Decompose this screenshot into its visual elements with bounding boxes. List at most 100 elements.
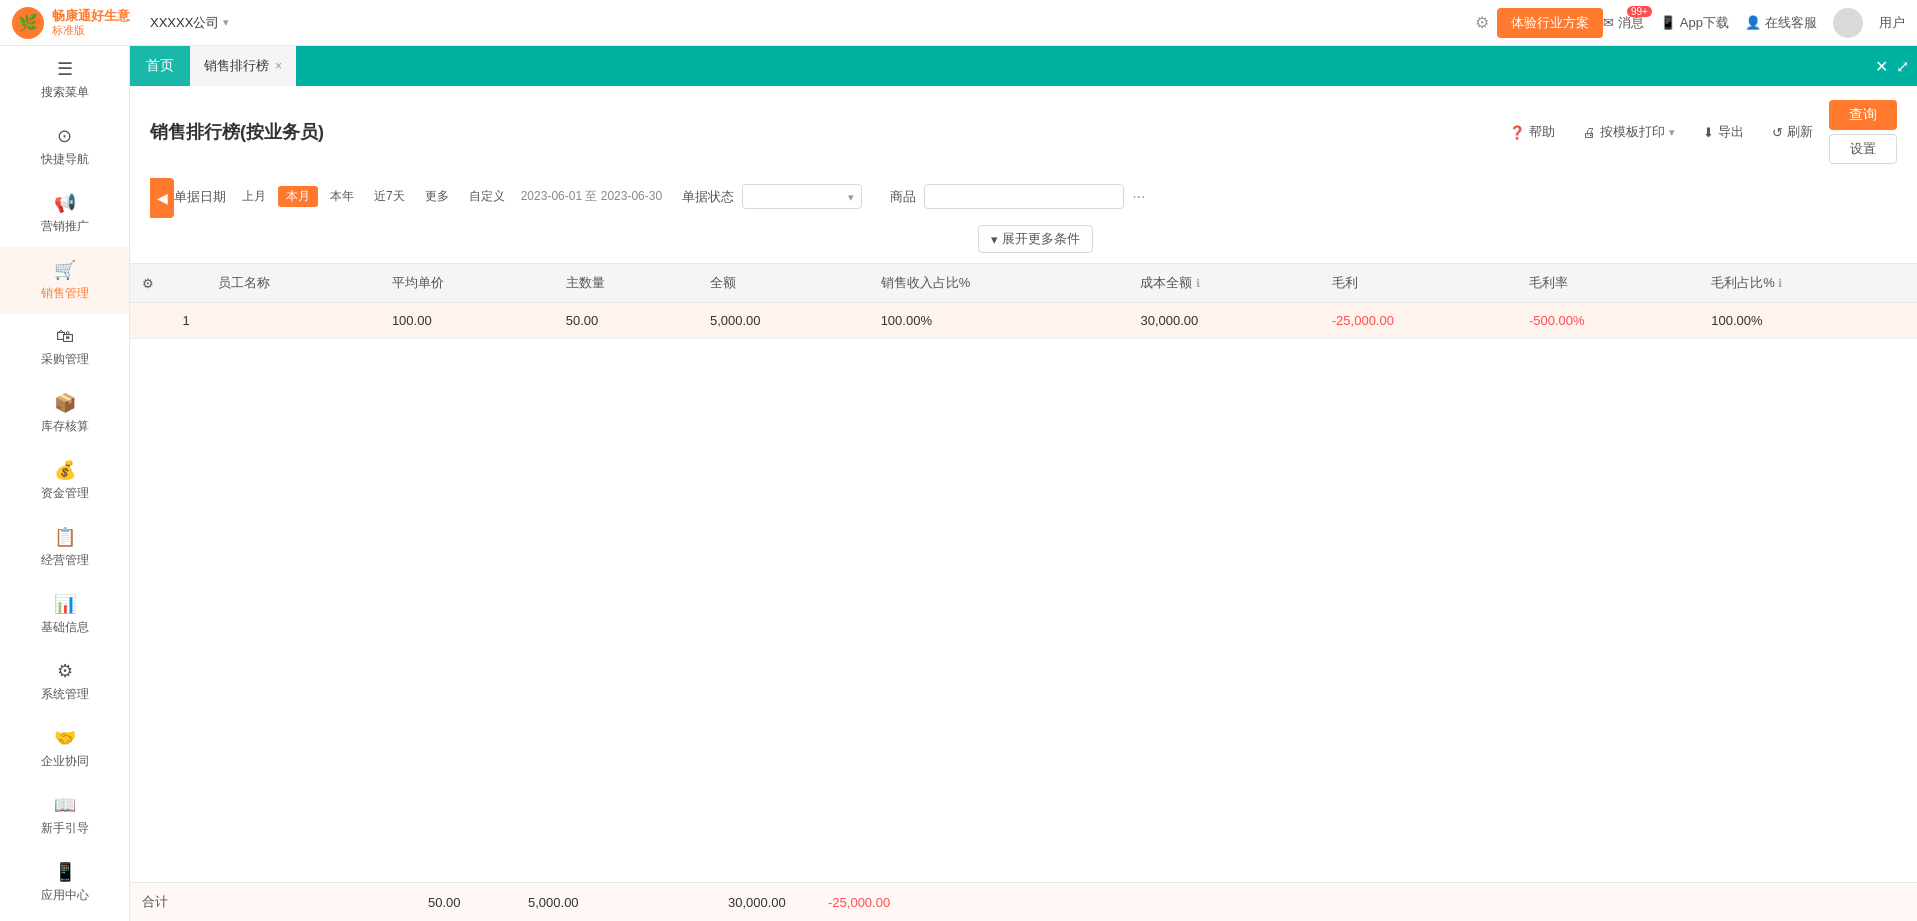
sidebar-item-enterprise[interactable]: 🤝 企业协同 bbox=[0, 715, 129, 782]
col-quantity: 主数量 bbox=[554, 264, 698, 303]
footer-label: 合计 bbox=[142, 893, 168, 911]
date-buttons: 上月 本月 本年 近7天 更多 自定义 bbox=[234, 186, 513, 207]
sidebar-item-shortcut[interactable]: ⊙ 快捷导航 bbox=[0, 113, 129, 180]
finance-icon: 💰 bbox=[54, 459, 76, 481]
sidebar-item-marketing[interactable]: 📢 营销推广 bbox=[0, 180, 129, 247]
tab-close-icon[interactable]: × bbox=[275, 59, 282, 73]
page-content: 销售排行榜(按业务员) ❓ 帮助 🖨 按模板打印 bbox=[130, 86, 1917, 921]
sidebar-label-search: 搜索菜单 bbox=[41, 84, 89, 101]
sidebar-item-operations[interactable]: 📋 经营管理 bbox=[0, 514, 129, 581]
date-btn-7days[interactable]: 近7天 bbox=[366, 186, 413, 207]
sidebar-item-appcenter[interactable]: 📱 应用中心 bbox=[0, 849, 129, 916]
sidebar-label-system: 系统管理 bbox=[41, 686, 89, 703]
grosspct-info-icon[interactable]: ℹ bbox=[1778, 277, 1782, 289]
export-btn[interactable]: ⬇ 导出 bbox=[1695, 119, 1752, 145]
help-btn[interactable]: ❓ 帮助 bbox=[1501, 119, 1563, 145]
app-download-btn[interactable]: 📱 App下载 bbox=[1660, 14, 1729, 32]
sidebar-label-enterprise: 企业协同 bbox=[41, 753, 89, 770]
app-sub: 标准版 bbox=[52, 24, 130, 37]
company-dropdown-icon: ▾ bbox=[223, 16, 229, 29]
col-sales-pct: 销售收入占比% bbox=[869, 264, 1129, 303]
refresh-icon: ↺ bbox=[1772, 125, 1783, 140]
app-download-label: App下载 bbox=[1680, 14, 1729, 32]
inventory-icon: 📦 bbox=[54, 392, 76, 414]
date-btn-lastmonth[interactable]: 上月 bbox=[234, 186, 274, 207]
expand-more-btn[interactable]: ▾ 展开更多条件 bbox=[978, 225, 1093, 253]
date-btn-more[interactable]: 更多 bbox=[417, 186, 457, 207]
sidebar-item-guide[interactable]: 📖 新手引导 bbox=[0, 782, 129, 849]
goods-input[interactable] bbox=[924, 184, 1124, 209]
settings-button[interactable]: 设置 bbox=[1829, 134, 1897, 164]
sidebar-label-operations: 经营管理 bbox=[41, 552, 89, 569]
online-service-btn[interactable]: 👤 在线客服 bbox=[1745, 14, 1817, 32]
page-header: 销售排行榜(按业务员) ❓ 帮助 🖨 按模板打印 bbox=[130, 86, 1917, 264]
avatar[interactable] bbox=[1833, 8, 1863, 38]
enterprise-icon: 🤝 bbox=[54, 727, 76, 749]
status-select[interactable] bbox=[742, 184, 862, 209]
date-filter-label: 单据日期 bbox=[174, 188, 226, 206]
home-tab-label: 首页 bbox=[146, 57, 174, 75]
message-icon: ✉ bbox=[1603, 15, 1614, 30]
print-btn[interactable]: 🖨 按模板打印 ▾ bbox=[1575, 119, 1683, 145]
date-btn-thisyear[interactable]: 本年 bbox=[322, 186, 362, 207]
tab-close-window-icon[interactable]: ✕ bbox=[1875, 57, 1888, 76]
filter-status-group: 单据状态 bbox=[682, 184, 870, 209]
cell-avg-price: 100.00 bbox=[380, 303, 554, 339]
cell-sales-pct: 100.00% bbox=[869, 303, 1129, 339]
col-settings[interactable]: ⚙ bbox=[130, 264, 166, 303]
sidebar-item-sales[interactable]: 🛒 销售管理 bbox=[0, 247, 129, 314]
table-wrap: ⚙ 员工名称 平均单价 主数量 全额 销售收入占比% 成本全额 ℹ 毛利 毛利率 bbox=[130, 264, 1917, 882]
table-footer: 合计 50.00 5,000.00 30,000.00 -25,000.00 bbox=[130, 882, 1917, 921]
experience-btn[interactable]: 体验行业方案 bbox=[1497, 8, 1603, 38]
top-bar: 🌿 畅康通好生意 标准版 XXXXX公司 ▾ ⚙ 体验行业方案 ✉ 消息 99+… bbox=[0, 0, 1917, 46]
sidebar-item-basicinfo[interactable]: 📊 基础信息 bbox=[0, 581, 129, 648]
sidebar-item-system[interactable]: ⚙ 系统管理 bbox=[0, 648, 129, 715]
footer-cost: 30,000.00 bbox=[728, 895, 828, 910]
company-name: XXXXX公司 bbox=[150, 14, 219, 32]
col-avg-price: 平均单价 bbox=[380, 264, 554, 303]
goods-filter-label: 商品 bbox=[890, 188, 916, 206]
operations-icon: 📋 bbox=[54, 526, 76, 548]
settings-icon[interactable]: ⚙ bbox=[1475, 13, 1489, 32]
sidebar-item-search[interactable]: ☰ 搜索菜单 bbox=[0, 46, 129, 113]
company-selector[interactable]: XXXXX公司 ▾ bbox=[142, 14, 1471, 32]
filter-date-group: 单据日期 上月 本月 本年 近7天 更多 自定义 2023-06-01 至 20… bbox=[174, 186, 662, 207]
sidebar-item-finance[interactable]: 💰 资金管理 bbox=[0, 447, 129, 514]
refresh-btn[interactable]: ↺ 刷新 bbox=[1764, 119, 1821, 145]
print-icon: 🖨 bbox=[1583, 125, 1596, 140]
sidebar-label-finance: 资金管理 bbox=[41, 485, 89, 502]
sidebar-item-wechat[interactable]: 💬 企业微信 bbox=[0, 916, 129, 921]
tab-home[interactable]: 首页 bbox=[130, 46, 190, 86]
app-name: 畅康通好生意 bbox=[52, 8, 130, 24]
tab-expand-icon[interactable]: ⤢ bbox=[1896, 57, 1909, 76]
goods-more-dots[interactable]: ··· bbox=[1132, 188, 1145, 206]
tab-sales-ranking[interactable]: 销售排行榜 × bbox=[190, 46, 296, 86]
cell-amount: 5,000.00 bbox=[698, 303, 869, 339]
filter-goods-group: 商品 ··· bbox=[890, 184, 1145, 209]
shortcut-icon: ⊙ bbox=[57, 125, 72, 147]
search-icon: ☰ bbox=[57, 58, 73, 80]
sidebar-item-inventory[interactable]: 📦 库存核算 bbox=[0, 380, 129, 447]
expand-down-icon: ▾ bbox=[991, 232, 998, 247]
message-badge: 99+ bbox=[1627, 6, 1652, 17]
col-amount: 全额 bbox=[698, 264, 869, 303]
cost-info-icon[interactable]: ℹ bbox=[1196, 277, 1200, 289]
footer-gross: -25,000.00 bbox=[828, 895, 928, 910]
cell-settings bbox=[130, 303, 166, 339]
query-button[interactable]: 查询 bbox=[1829, 100, 1897, 130]
logo-area: 🌿 畅康通好生意 标准版 bbox=[12, 7, 142, 39]
sidebar-label-appcenter: 应用中心 bbox=[41, 887, 89, 904]
cell-gross-pct: 100.00% bbox=[1699, 303, 1917, 339]
cell-gross-rate: -500.00% bbox=[1517, 303, 1699, 339]
status-filter-label: 单据状态 bbox=[682, 188, 734, 206]
page-title-row: 销售排行榜(按业务员) ❓ 帮助 🖨 按模板打印 bbox=[150, 100, 1897, 164]
table-row: 1 100.00 50.00 5,000.00 100.00% 30,000.0… bbox=[130, 303, 1917, 339]
content-area: 首页 销售排行榜 × ✕ ⤢ 销售排行榜(按业务员) bbox=[130, 46, 1917, 921]
collapse-arrow[interactable]: ◀ bbox=[150, 178, 174, 218]
date-btn-thismonth[interactable]: 本月 bbox=[278, 186, 318, 207]
date-btn-custom[interactable]: 自定义 bbox=[461, 186, 513, 207]
sidebar-item-purchase[interactable]: 🛍 采购管理 bbox=[0, 314, 129, 380]
top-bar-right: ✉ 消息 99+ 📱 App下载 👤 在线客服 用户 bbox=[1603, 8, 1905, 38]
message-btn[interactable]: ✉ 消息 99+ bbox=[1603, 14, 1644, 32]
logo-icon: 🌿 bbox=[12, 7, 44, 39]
